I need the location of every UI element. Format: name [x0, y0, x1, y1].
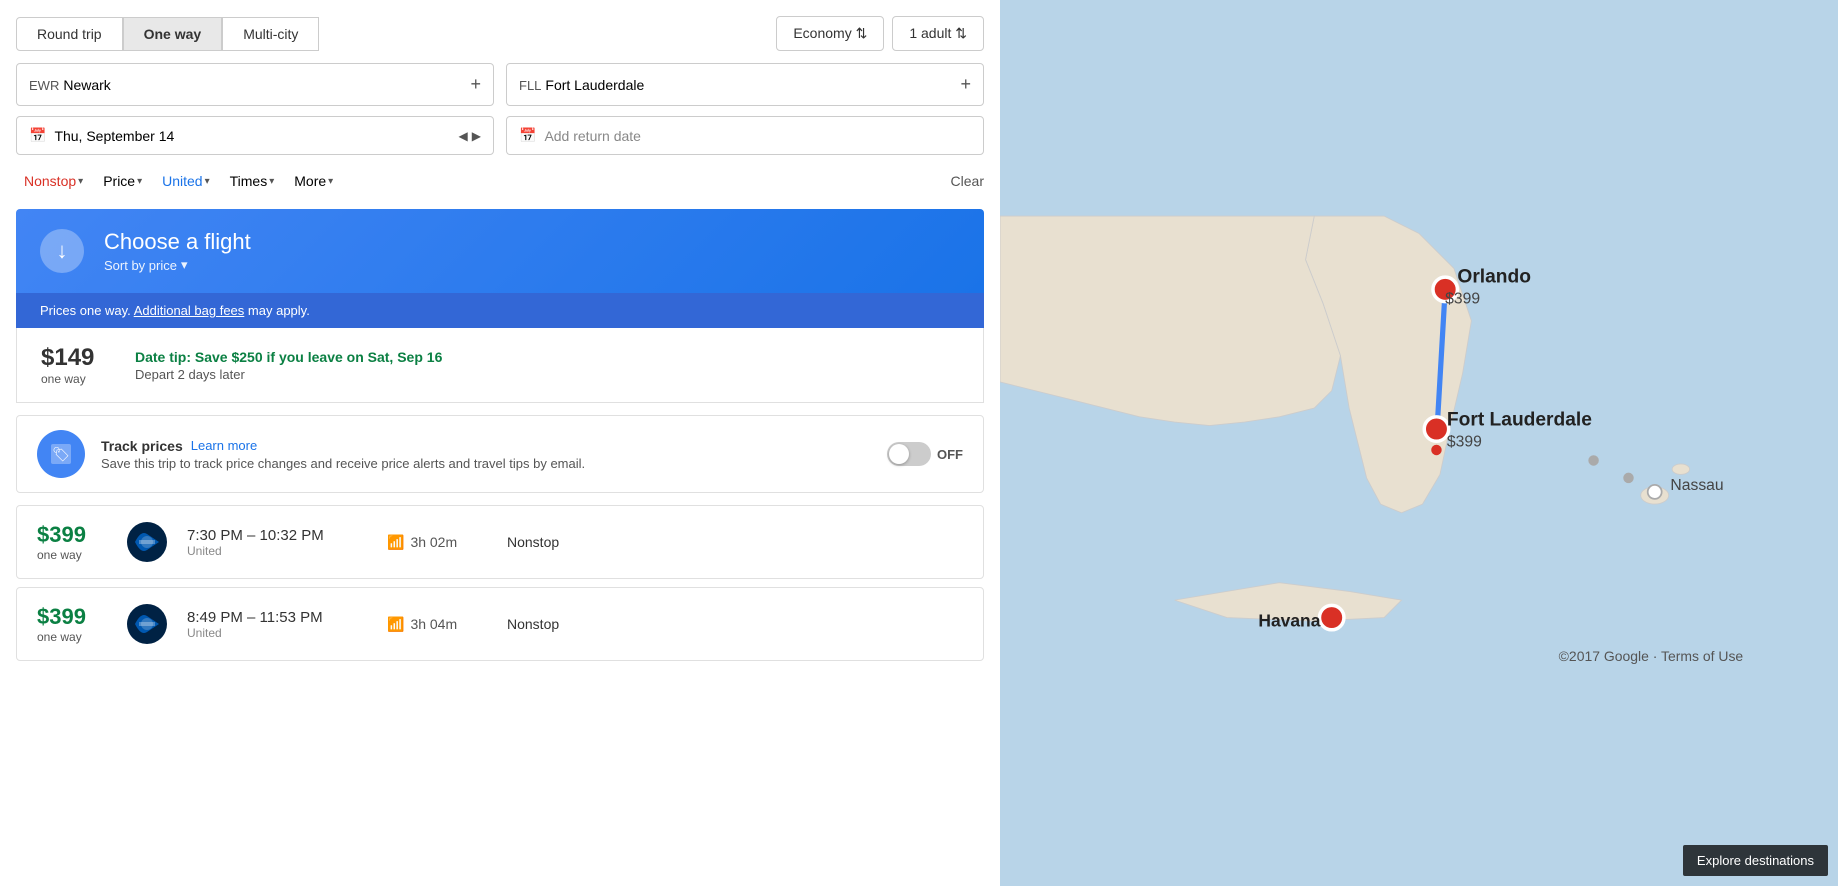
flight-2-times: 8:49 PM – 11:53 PM: [187, 609, 367, 626]
svg-text:🏷: 🏷: [52, 446, 70, 462]
destination-add-icon[interactable]: +: [960, 74, 971, 95]
date-tip-card[interactable]: $149 one way Date tip: Save $250 if you …: [16, 328, 984, 403]
price-filter-arrow: ▾: [137, 176, 142, 187]
flight-1-price-label: one way: [37, 548, 107, 562]
flight-2-airline: United: [187, 626, 367, 640]
depart-date-picker[interactable]: 📅 Thu, September 14 ◀ ▶: [16, 116, 494, 155]
flight-card-2[interactable]: $399 one way 8:49 PM – 11:53 PM United 📶…: [16, 587, 984, 661]
date-tip-price-label: one way: [41, 372, 111, 386]
flight-2-airline-logo: [127, 604, 167, 644]
havana-marker: [1319, 605, 1343, 629]
choose-flight-title: Choose a flight: [104, 229, 251, 255]
times-filter-button[interactable]: Times ▾: [222, 169, 283, 193]
map-panel: Orlando $399 Fort Lauderdale $399 Nassau…: [1000, 0, 1838, 886]
price-filter-button[interactable]: Price ▾: [95, 169, 150, 193]
track-prices-card: 🏷 Track prices Learn more Save this trip…: [16, 415, 984, 493]
orlando-label: Orlando: [1457, 266, 1531, 287]
date-tip-subtitle: Depart 2 days later: [135, 367, 442, 382]
calendar-return-icon: 📅: [519, 127, 536, 144]
filter-row: Nonstop ▾ Price ▾ United ▾ Times ▾ More …: [16, 169, 984, 193]
explore-destinations-button[interactable]: Explore destinations: [1683, 845, 1828, 876]
track-prices-toggle-wrapper: OFF: [887, 442, 963, 466]
choose-flight-banner: ↓ Choose a flight Sort by price ▾: [16, 209, 984, 293]
multi-city-button[interactable]: Multi-city: [222, 17, 319, 51]
more-filter-arrow: ▾: [328, 176, 333, 187]
additional-bag-fees-link[interactable]: Additional bag fees: [134, 303, 245, 318]
more-filter-button[interactable]: More ▾: [286, 169, 341, 193]
toggle-label: OFF: [937, 447, 963, 462]
date-row: 📅 Thu, September 14 ◀ ▶ 📅 Add return dat…: [16, 116, 984, 155]
search-row: EWRNewark + FLLFort Lauderdale +: [16, 63, 984, 106]
map-copyright: ©2017 Google · Terms of Use: [1559, 648, 1744, 664]
flight-1-airline: United: [187, 544, 367, 558]
passengers-select[interactable]: 1 adult ⇅: [892, 16, 984, 51]
fort-lauderdale-price: $399: [1447, 433, 1482, 450]
trip-type-row: Round trip One way Multi-city Economy ⇅ …: [16, 16, 984, 51]
nassau-label: Nassau: [1670, 477, 1723, 494]
calendar-icon: 📅: [29, 127, 46, 144]
origin-input[interactable]: EWRNewark +: [16, 63, 494, 106]
nonstop-filter-button[interactable]: Nonstop ▾: [16, 169, 91, 193]
choose-flight-icon: ↓: [40, 229, 84, 273]
times-filter-arrow: ▾: [269, 176, 274, 187]
wifi-icon-2: 📶: [387, 616, 404, 633]
cabin-class-select[interactable]: Economy ⇅: [776, 16, 884, 51]
sort-by-button[interactable]: Sort by price ▾: [104, 257, 251, 273]
flight-1-stops: Nonstop: [507, 534, 559, 550]
round-trip-button[interactable]: Round trip: [16, 17, 123, 51]
clear-filters-button[interactable]: Clear: [951, 173, 984, 189]
prev-date-arrow[interactable]: ◀: [459, 129, 468, 143]
flight-1-airline-logo: [127, 522, 167, 562]
flight-1-duration: 📶 3h 02m: [387, 534, 487, 551]
prices-banner: Prices one way. Additional bag fees may …: [16, 293, 984, 328]
return-date-picker[interactable]: 📅 Add return date: [506, 116, 984, 155]
united-filter-button[interactable]: United ▾: [154, 169, 218, 193]
flight-1-price: $399: [37, 522, 107, 548]
flight-2-price: $399: [37, 604, 107, 630]
flight-card-1[interactable]: $399 one way 7:30 PM – 10:32 PM United 📶…: [16, 505, 984, 579]
date-tip-price: $149: [41, 344, 111, 372]
track-prices-learn-more-link[interactable]: Learn more: [191, 438, 257, 453]
track-prices-description: Save this trip to track price changes an…: [101, 456, 871, 471]
fort-lauderdale-marker: [1424, 417, 1448, 441]
havana-label: Havana: [1258, 610, 1320, 630]
origin-add-icon[interactable]: +: [470, 74, 481, 95]
flight-1-times: 7:30 PM – 10:32 PM: [187, 527, 367, 544]
destination-input[interactable]: FLLFort Lauderdale +: [506, 63, 984, 106]
one-way-button[interactable]: One way: [123, 17, 223, 51]
united-filter-arrow: ▾: [205, 176, 210, 187]
nassau-marker: [1648, 485, 1662, 499]
flight-2-duration: 📶 3h 04m: [387, 616, 487, 633]
orlando-price: $399: [1445, 290, 1480, 307]
track-prices-title: Track prices: [101, 438, 183, 454]
nonstop-filter-arrow: ▾: [78, 176, 83, 187]
map-svg: Orlando $399 Fort Lauderdale $399 Nassau…: [1000, 0, 1838, 886]
next-date-arrow[interactable]: ▶: [472, 129, 481, 143]
track-prices-icon: 🏷: [37, 430, 85, 478]
track-prices-toggle[interactable]: [887, 442, 931, 466]
fort-lauderdale-label: Fort Lauderdale: [1447, 410, 1592, 431]
date-tip-title: Date tip: Save $250 if you leave on Sat,…: [135, 349, 442, 365]
wifi-icon-1: 📶: [387, 534, 404, 551]
flight-2-stops: Nonstop: [507, 616, 559, 632]
flight-2-price-label: one way: [37, 630, 107, 644]
